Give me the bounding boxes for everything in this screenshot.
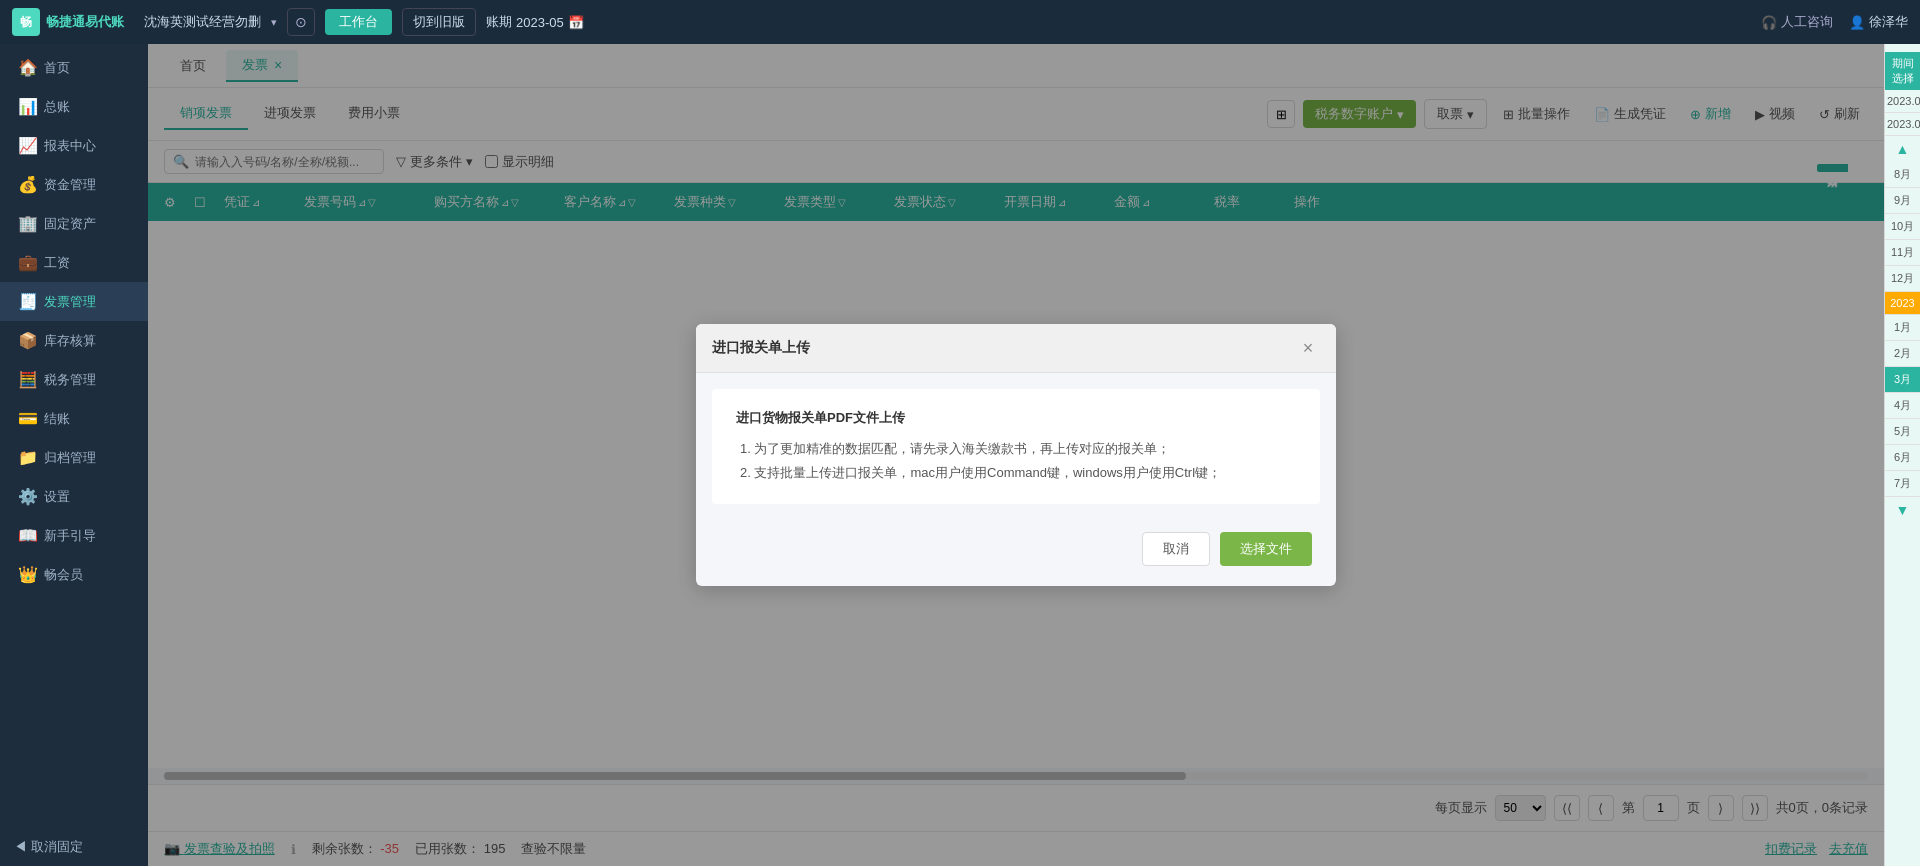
user-avatar-icon: 👤 (1849, 15, 1865, 30)
period-label: 账期 2023-05 📅 (486, 13, 584, 31)
period-item-4[interactable]: 10月 (1885, 214, 1920, 240)
report-icon: 📈 (18, 136, 36, 155)
assets-icon: 🏢 (18, 214, 36, 233)
modal-footer: 取消 选择文件 (696, 520, 1336, 586)
sidebar-label-inventory: 库存核算 (44, 332, 96, 350)
app-logo: 畅 畅捷通易代账 (12, 8, 124, 36)
sidebar-item-archive[interactable]: 📁 归档管理 (0, 438, 148, 477)
inventory-icon: 📦 (18, 331, 36, 350)
checkout-icon: 💳 (18, 409, 36, 428)
sidebar: 🏠 首页 📊 总账 📈 报表中心 💰 资金管理 🏢 固定资产 💼 工资 🧾 发票… (0, 44, 148, 866)
modal-select-file-button[interactable]: 选择文件 (1220, 532, 1312, 566)
period-item-10[interactable]: 3月 (1885, 367, 1920, 393)
period-item-14[interactable]: 7月 (1885, 471, 1920, 497)
modal-close-button[interactable]: × (1296, 336, 1320, 360)
sidebar-label-home: 首页 (44, 59, 70, 77)
sidebar-item-home[interactable]: 🏠 首页 (0, 48, 148, 87)
sidebar-item-invoice[interactable]: 🧾 发票管理 (0, 282, 148, 321)
period-item-8[interactable]: 1月 (1885, 315, 1920, 341)
sidebar-item-fund[interactable]: 💰 资金管理 (0, 165, 148, 204)
period-item-1[interactable]: 2023.03 (1885, 113, 1920, 136)
modal-body: 进口货物报关单PDF文件上传 1. 为了更加精准的数据匹配，请先录入海关缴款书，… (712, 389, 1320, 504)
settings-icon: ⚙️ (18, 487, 36, 506)
modal-instruction-1: 1. 为了更加精准的数据匹配，请先录入海关缴款书，再上传对应的报关单； (736, 437, 1296, 460)
sidebar-item-guide[interactable]: 📖 新手引导 (0, 516, 148, 555)
sidebar-label-ledger: 总账 (44, 98, 70, 116)
period-header[interactable]: 期间选择 (1885, 52, 1920, 90)
sidebar-label-settings: 设置 (44, 488, 70, 506)
import-modal: 进口报关单上传 × 进口货物报关单PDF文件上传 1. 为了更加精准的数据匹配，… (696, 324, 1336, 586)
modal-cancel-button[interactable]: 取消 (1142, 532, 1210, 566)
modal-instructions: 1. 为了更加精准的数据匹配，请先录入海关缴款书，再上传对应的报关单； 2. 支… (736, 437, 1296, 484)
period-down-arrow[interactable]: ▼ (1885, 497, 1920, 523)
modal-header: 进口报关单上传 × (696, 324, 1336, 373)
sidebar-item-vip[interactable]: 👑 畅会员 (0, 555, 148, 594)
home-icon: 🏠 (18, 58, 36, 77)
sidebar-item-salary[interactable]: 💼 工资 (0, 243, 148, 282)
service-icon: 🎧 (1761, 15, 1777, 30)
period-item-2[interactable]: 8月 (1885, 162, 1920, 188)
modal-instruction-2: 2. 支持批量上传进口报关单，mac用户使用Command键，windows用户… (736, 461, 1296, 484)
topbar-right: 🎧 人工咨询 👤 徐泽华 (1761, 13, 1908, 31)
sidebar-label-invoice: 发票管理 (44, 293, 96, 311)
sidebar-item-ledger[interactable]: 📊 总账 (0, 87, 148, 126)
sidebar-label-vip: 畅会员 (44, 566, 83, 584)
sidebar-label-guide: 新手引导 (44, 527, 96, 545)
logo-icon: 畅 (12, 8, 40, 36)
sidebar-item-tax[interactable]: 🧮 税务管理 (0, 360, 148, 399)
calendar-icon[interactable]: 📅 (568, 15, 584, 30)
sidebar-label-tax: 税务管理 (44, 371, 96, 389)
sidebar-label-report: 报表中心 (44, 137, 96, 155)
period-item-6[interactable]: 12月 (1885, 266, 1920, 292)
modal-section-title: 进口货物报关单PDF文件上传 (736, 409, 1296, 427)
period-item-9[interactable]: 2月 (1885, 341, 1920, 367)
invoice-icon: 🧾 (18, 292, 36, 311)
vip-icon: 👑 (18, 565, 36, 584)
sidebar-label-fund: 资金管理 (44, 176, 96, 194)
period-up-arrow[interactable]: ▲ (1885, 136, 1920, 162)
period-item-3[interactable]: 9月 (1885, 188, 1920, 214)
period-item-year[interactable]: 2023 (1885, 292, 1920, 315)
user-menu[interactable]: 👤 徐泽华 (1849, 13, 1908, 31)
ledger-icon: 📊 (18, 97, 36, 116)
company-name: 沈海英测试经营勿删 (144, 13, 261, 31)
content-area: 首页 发票 × 销项发票 进项发票 费用小票 (148, 44, 1884, 866)
sidebar-item-assets[interactable]: 🏢 固定资产 (0, 204, 148, 243)
sidebar-item-inventory[interactable]: 📦 库存核算 (0, 321, 148, 360)
modal-title: 进口报关单上传 (712, 339, 810, 357)
sidebar-item-settings[interactable]: ⚙️ 设置 (0, 477, 148, 516)
tax-icon: 🧮 (18, 370, 36, 389)
fund-icon: 💰 (18, 175, 36, 194)
company-action-icon[interactable]: ⊙ (287, 8, 315, 36)
period-item-0[interactable]: 2023.03 (1885, 90, 1920, 113)
period-item-5[interactable]: 11月 (1885, 240, 1920, 266)
workspace-button[interactable]: 工作台 (325, 9, 392, 35)
sidebar-label-archive: 归档管理 (44, 449, 96, 467)
sidebar-label-assets: 固定资产 (44, 215, 96, 233)
switch-old-button[interactable]: 切到旧版 (402, 8, 476, 36)
period-item-11[interactable]: 4月 (1885, 393, 1920, 419)
main-layout: 🏠 首页 📊 总账 📈 报表中心 💰 资金管理 🏢 固定资产 💼 工资 🧾 发票… (0, 44, 1920, 866)
sidebar-label-salary: 工资 (44, 254, 70, 272)
period-item-12[interactable]: 5月 (1885, 419, 1920, 445)
period-item-13[interactable]: 6月 (1885, 445, 1920, 471)
sidebar-collapse-button[interactable]: ◀ 取消固定 (0, 828, 148, 866)
modal-overlay: 进口报关单上传 × 进口货物报关单PDF文件上传 1. 为了更加精准的数据匹配，… (148, 44, 1884, 866)
app-name: 畅捷通易代账 (46, 13, 124, 31)
guide-icon: 📖 (18, 526, 36, 545)
service-button[interactable]: 🎧 人工咨询 (1761, 13, 1833, 31)
topbar: 畅 畅捷通易代账 沈海英测试经营勿删 ▾ ⊙ 工作台 切到旧版 账期 2023-… (0, 0, 1920, 44)
sidebar-label-checkout: 结账 (44, 410, 70, 428)
sidebar-item-report[interactable]: 📈 报表中心 (0, 126, 148, 165)
salary-icon: 💼 (18, 253, 36, 272)
right-panel: 期间选择 2023.03 2023.03 ▲ 8月 9月 10月 11月 12月… (1884, 44, 1920, 866)
company-dropdown-icon[interactable]: ▾ (271, 16, 277, 29)
sidebar-item-checkout[interactable]: 💳 结账 (0, 399, 148, 438)
archive-icon: 📁 (18, 448, 36, 467)
